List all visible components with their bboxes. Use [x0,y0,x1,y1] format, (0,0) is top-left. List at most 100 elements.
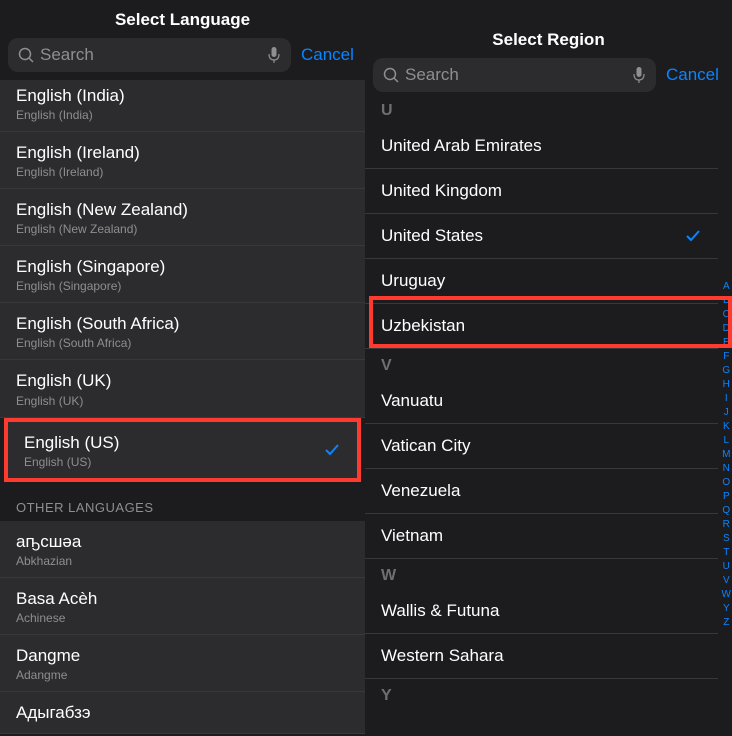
cancel-button[interactable]: Cancel [301,45,360,65]
index-letter[interactable]: F [722,350,731,364]
list-item[interactable]: Dangme Adangme [0,635,365,692]
region-item[interactable]: Vatican City [365,424,718,469]
search-row: Cancel [0,38,365,80]
list-item[interactable]: Basa Acèh Achinese [0,578,365,635]
index-letter[interactable]: O [722,476,731,490]
index-letter[interactable]: S [722,532,731,546]
check-icon [323,441,341,459]
language-panel: Select Language Cancel English (India) E… [0,0,365,736]
index-letter[interactable]: U [722,560,731,574]
section-letter-label: U [381,102,702,120]
region-item[interactable]: Vanuatu [365,379,718,424]
language-subtitle: Abkhazian [16,554,81,568]
index-letter[interactable]: G [722,364,731,378]
mic-icon[interactable] [632,66,646,84]
region-item[interactable]: Vietnam [365,514,718,559]
region-item[interactable]: Uruguay [365,259,718,304]
language-subtitle: English (US) [24,455,119,469]
region-item-selected[interactable]: United States [365,214,718,259]
cancel-button[interactable]: Cancel [666,65,725,85]
region-name: Vanuatu [381,391,443,411]
language-name: English (New Zealand) [16,199,188,221]
list-item[interactable]: English (Singapore) English (Singapore) [0,246,365,303]
section-y: Y [365,679,718,709]
language-subtitle: English (India) [16,108,349,122]
list-item[interactable]: аҧсшәа Abkhazian [0,521,365,578]
language-subtitle: Adangme [16,668,80,682]
section-letter-label: V [381,357,702,375]
search-box[interactable] [8,38,291,72]
language-header: Select Language [0,0,365,38]
index-letter[interactable]: Q [722,504,731,518]
region-item[interactable]: Uzbekistan [365,304,718,349]
index-letter[interactable]: W [722,588,731,602]
index-letter[interactable]: M [722,448,731,462]
language-subtitle: Achinese [16,611,97,625]
highlight-english-us: English (US) English (US) [4,418,361,482]
region-item[interactable]: United Arab Emirates [365,124,718,169]
index-letter[interactable]: H [722,378,731,392]
region-name: United Arab Emirates [381,136,542,156]
list-item-selected[interactable]: English (US) English (US) [8,422,357,478]
search-input[interactable] [40,45,261,65]
section-v: V [365,349,718,379]
section-u: U [365,100,718,124]
list-item[interactable]: Адыгабзэ [0,692,365,734]
index-letter[interactable]: V [722,574,731,588]
index-letter[interactable]: D [722,322,731,336]
language-name: Адыгабзэ [16,702,91,724]
index-letter[interactable]: K [722,420,731,434]
language-name: English (India) [16,85,349,107]
region-item[interactable]: Venezuela [365,469,718,514]
index-letter[interactable]: A [722,280,731,294]
index-letter[interactable]: C [722,308,731,322]
language-subtitle: English (Singapore) [16,279,165,293]
index-letter[interactable]: I [722,392,731,406]
list-item[interactable]: English (Ireland) English (Ireland) [0,132,365,189]
index-letter[interactable]: Z [722,616,731,630]
language-name: аҧсшәа [16,531,81,553]
index-letter[interactable]: E [722,336,731,350]
language-name: English (US) [24,432,119,454]
alphabet-index[interactable]: A B C D E F G H I J K L M N O P Q R S T … [722,280,731,630]
section-other-languages: OTHER LANGUAGES [0,482,365,521]
region-item[interactable]: United Kingdom [365,169,718,214]
language-name: English (Singapore) [16,256,165,278]
region-name: Western Sahara [381,646,504,666]
language-name: English (UK) [16,370,111,392]
list-item[interactable]: English (India) English (India) [0,80,365,132]
index-letter[interactable]: N [722,462,731,476]
region-name: Wallis & Futuna [381,601,499,621]
index-letter[interactable]: J [722,406,731,420]
index-letter[interactable]: T [722,546,731,560]
language-name: English (Ireland) [16,142,140,164]
language-name: Dangme [16,645,80,667]
region-panel: Select Region Cancel U United Arab Emira… [365,0,732,736]
mic-icon[interactable] [267,46,281,64]
region-item[interactable]: Western Sahara [365,634,718,679]
list-item[interactable]: English (New Zealand) English (New Zeala… [0,189,365,246]
section-w: W [365,559,718,589]
index-letter[interactable]: P [722,490,731,504]
region-title: Select Region [365,30,732,50]
index-letter[interactable]: B [722,294,731,308]
index-letter[interactable]: L [722,434,731,448]
region-list[interactable]: U United Arab Emirates United Kingdom Un… [365,100,732,736]
section-letter-label: W [381,567,702,585]
region-item[interactable]: Wallis & Futuna [365,589,718,634]
language-subtitle: English (New Zealand) [16,222,188,236]
list-item[interactable]: English (UK) English (UK) [0,360,365,417]
index-letter[interactable]: R [722,518,731,532]
language-subtitle: English (Ireland) [16,165,140,179]
index-letter[interactable]: Y [722,602,731,616]
language-name: English (South Africa) [16,313,179,335]
search-icon [18,47,34,63]
search-input[interactable] [405,65,626,85]
search-row: Cancel [365,58,732,100]
language-subtitle: English (South Africa) [16,336,179,350]
language-list[interactable]: English (India) English (India) English … [0,80,365,736]
list-item[interactable]: English (South Africa) English (South Af… [0,303,365,360]
language-title: Select Language [0,10,365,30]
language-subtitle: English (UK) [16,394,111,408]
search-box[interactable] [373,58,656,92]
